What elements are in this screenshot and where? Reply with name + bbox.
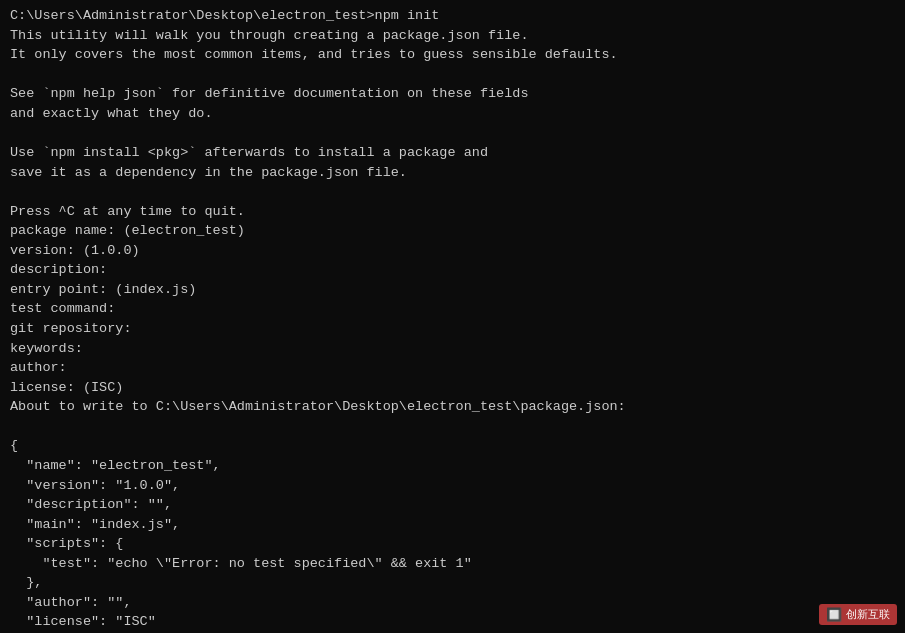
terminal-line: About to write to C:\Users\Administrator… — [10, 397, 895, 417]
terminal-content: C:\Users\Administrator\Desktop\electron_… — [10, 6, 895, 633]
terminal-line: "author": "", — [10, 593, 895, 613]
watermark-icon: 🔲 — [826, 607, 842, 622]
terminal-line: version: (1.0.0) — [10, 241, 895, 261]
terminal-line — [10, 182, 895, 202]
terminal-line: description: — [10, 260, 895, 280]
terminal-line: "version": "1.0.0", — [10, 476, 895, 496]
terminal-line: git repository: — [10, 319, 895, 339]
terminal-line: This utility will walk you through creat… — [10, 26, 895, 46]
terminal-line: "name": "electron_test", — [10, 456, 895, 476]
terminal-line: author: — [10, 358, 895, 378]
watermark: 🔲 创新互联 — [819, 604, 897, 625]
terminal-line: "license": "ISC" — [10, 612, 895, 632]
terminal-line — [10, 417, 895, 437]
terminal-line: }, — [10, 573, 895, 593]
terminal-line: license: (ISC) — [10, 378, 895, 398]
terminal-line: C:\Users\Administrator\Desktop\electron_… — [10, 6, 895, 26]
terminal-line: "scripts": { — [10, 534, 895, 554]
terminal-window: C:\Users\Administrator\Desktop\electron_… — [0, 0, 905, 633]
terminal-line: package name: (electron_test) — [10, 221, 895, 241]
watermark-text: 创新互联 — [846, 607, 890, 622]
terminal-line: "description": "", — [10, 495, 895, 515]
terminal-line — [10, 65, 895, 85]
terminal-line — [10, 123, 895, 143]
terminal-line: keywords: — [10, 339, 895, 359]
terminal-line: See `npm help json` for definitive docum… — [10, 84, 895, 104]
terminal-line: save it as a dependency in the package.j… — [10, 163, 895, 183]
terminal-line: Press ^C at any time to quit. — [10, 202, 895, 222]
terminal-line: entry point: (index.js) — [10, 280, 895, 300]
terminal-line: and exactly what they do. — [10, 104, 895, 124]
terminal-line: "main": "index.js", — [10, 515, 895, 535]
terminal-line: test command: — [10, 299, 895, 319]
terminal-line: It only covers the most common items, an… — [10, 45, 895, 65]
terminal-line: "test": "echo \"Error: no test specified… — [10, 554, 895, 574]
terminal-line: Use `npm install <pkg>` afterwards to in… — [10, 143, 895, 163]
terminal-line: { — [10, 436, 895, 456]
